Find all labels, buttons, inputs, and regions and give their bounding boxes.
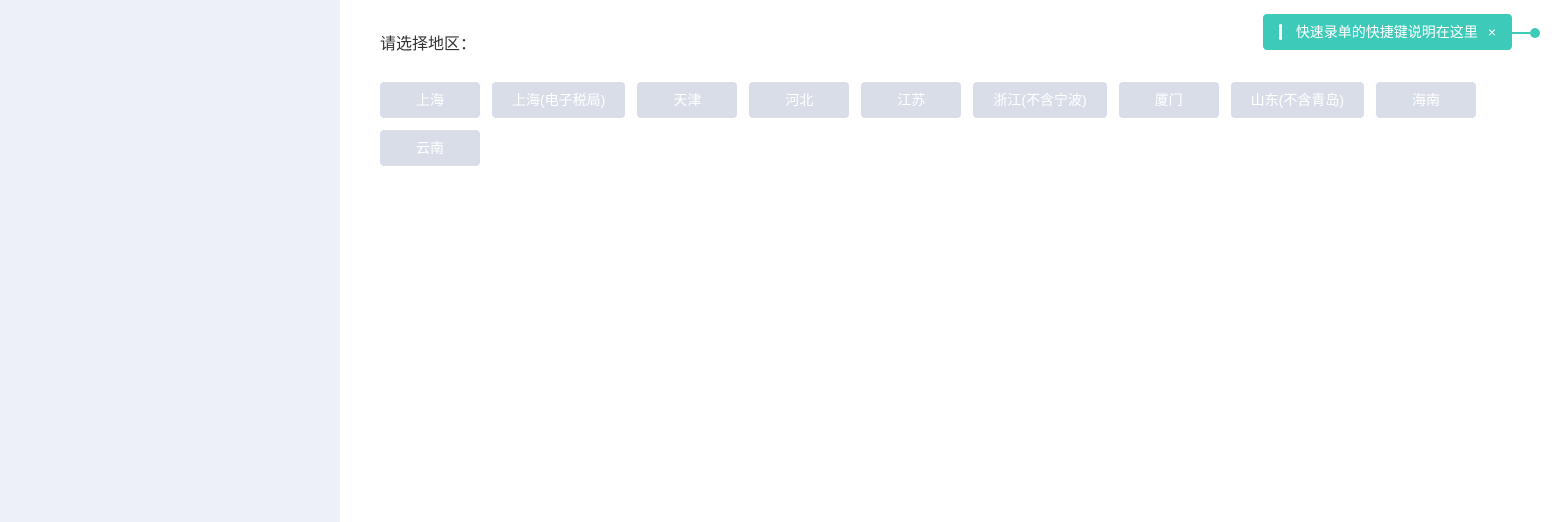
tooltip-close-button[interactable]: × [1488,24,1496,40]
tooltip-banner: 快速录单的快捷键说明在这里 × [1263,14,1512,50]
region-button-yunnan[interactable]: 云南 [380,130,480,166]
region-button-zhejiang[interactable]: 浙江(不含宁波) [973,82,1106,118]
region-button-hebei[interactable]: 河北 [749,82,849,118]
region-button-hainan[interactable]: 海南 [1376,82,1476,118]
region-button-xiamen[interactable]: 厦门 [1119,82,1219,118]
region-button-shanghai-etax[interactable]: 上海(电子税局) [492,82,625,118]
sidebar [0,0,340,522]
region-button-tianjin[interactable]: 天津 [637,82,737,118]
tooltip-text: 快速录单的快捷键说明在这里 [1296,22,1478,42]
region-button-shandong[interactable]: 山东(不含青岛) [1231,82,1364,118]
main-content: 请选择地区： 上海上海(电子税局)天津河北江苏浙江(不含宁波)厦门山东(不含青岛… [340,0,1562,522]
region-buttons: 上海上海(电子税局) 天津河北江苏浙江(不含宁波) 厦门山东(不含青岛) 海南云南 [380,82,1522,166]
tooltip-dot [1530,28,1540,38]
region-button-shanghai[interactable]: 上海 [380,82,480,118]
tooltip-line [1512,32,1530,34]
region-button-jiangsu[interactable]: 江苏 [861,82,961,118]
